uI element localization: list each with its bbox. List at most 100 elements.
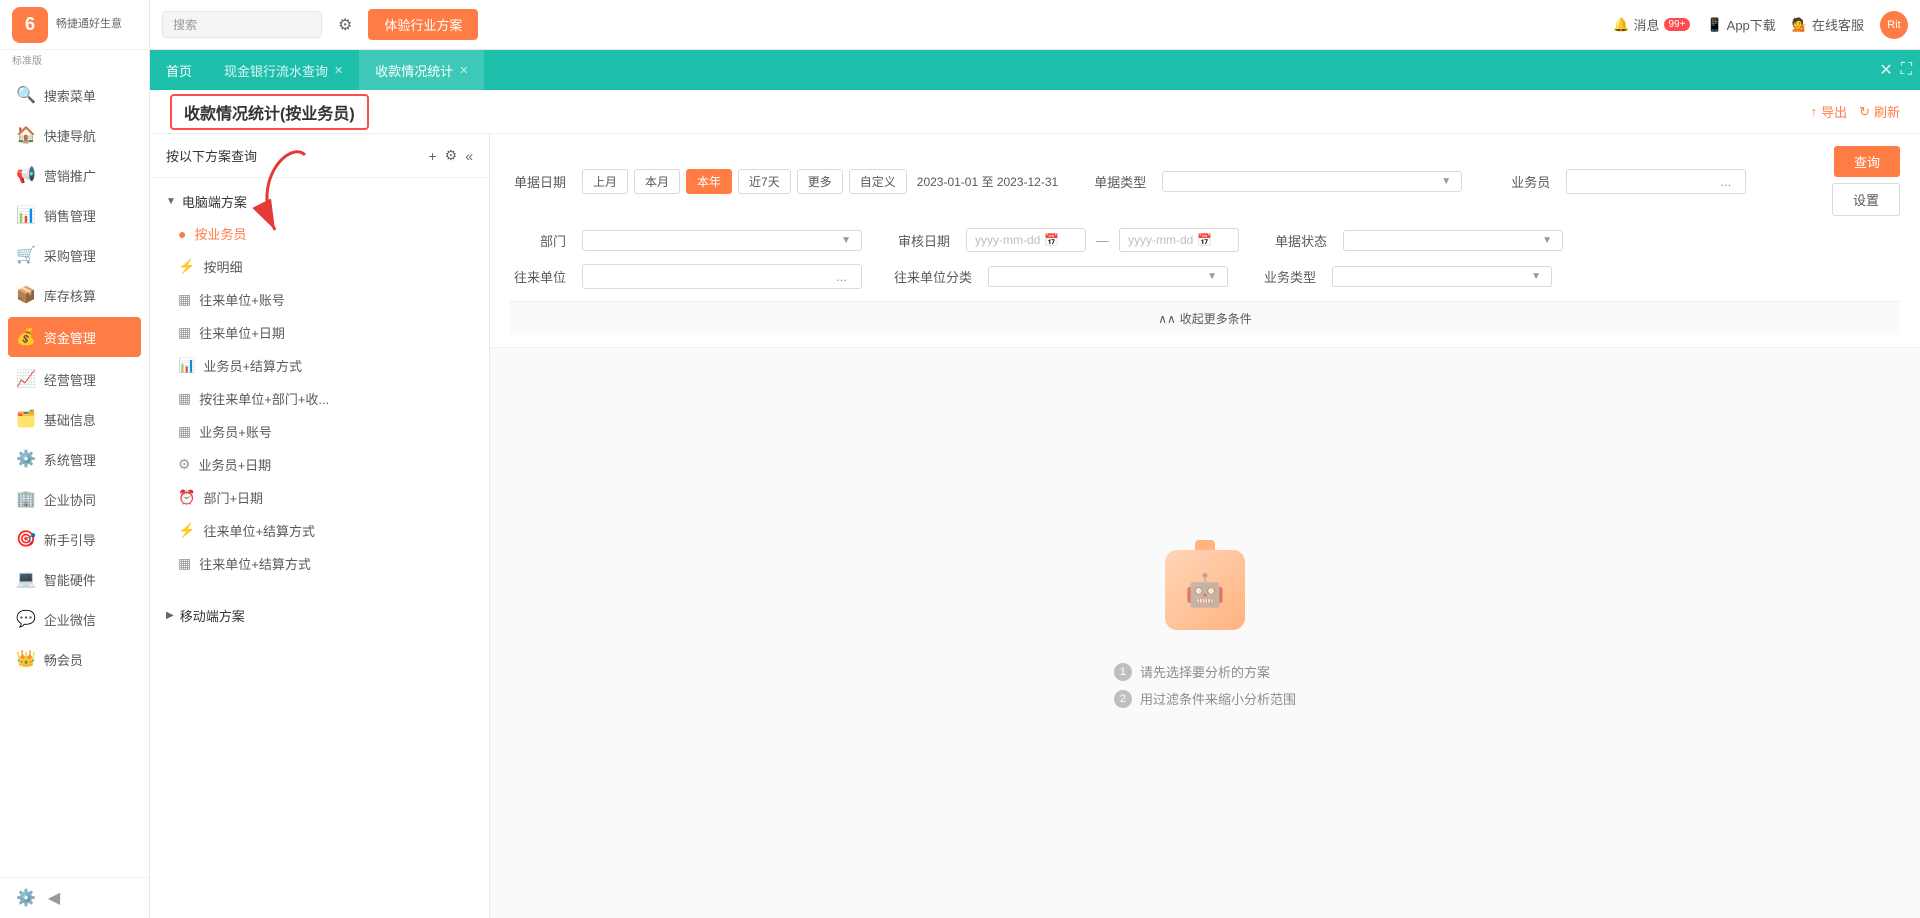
date-btn-last-month[interactable]: 上月 [582, 169, 628, 194]
sidebar-item-label: 系统管理 [44, 450, 96, 469]
user-avatar[interactable]: Rit [1880, 11, 1908, 39]
tab-bar-right: ✕ ⛶ [1879, 50, 1920, 90]
review-date-to-value: yyyy-mm-dd [1128, 233, 1193, 247]
scheme-item-counter-dept[interactable]: ▦ 按往来单位+部门+收... [150, 382, 489, 415]
date-btn-7days[interactable]: 近7天 [738, 169, 791, 194]
page-header: 收款情况统计(按业务员) ↑ 导出 ↻ 刷新 [150, 90, 1920, 134]
export-button[interactable]: ↑ 导出 [1811, 102, 1848, 121]
gear-icon[interactable]: ⚙ [338, 15, 352, 35]
scheme-item-counter-settle1[interactable]: ⚡ 往来单位+结算方式 [150, 514, 489, 547]
hardware-icon: 💻 [16, 569, 36, 589]
desktop-scheme-section: ▼ 电脑端方案 ● 按业务员 ⚡ 按明细 ▦ 往来单位+账号 [150, 178, 489, 592]
mobile-section-toggle[interactable]: ▶ 移动端方案 [150, 600, 489, 631]
tab-close-all-icon[interactable]: ✕ [1879, 60, 1892, 80]
sidebar-bottom: ⚙️ ◀ [0, 877, 149, 918]
online-service-btn[interactable]: 💁 在线客服 [1792, 15, 1864, 34]
review-date-from-input[interactable]: yyyy-mm-dd 📅 [966, 228, 1086, 252]
export-icon: ↑ [1811, 104, 1818, 119]
sidebar-item-inventory[interactable]: 📦 库存核算 [0, 275, 149, 315]
scheme-item-by-detail[interactable]: ⚡ 按明细 [150, 250, 489, 283]
date-separator: — [1096, 233, 1109, 248]
date-btn-group: 上月 本月 本年 近7天 更多 自定义 2023-01-01 至 2023-12… [582, 169, 1058, 194]
sidebar-item-quick-nav[interactable]: 🏠 快捷导航 [0, 115, 149, 155]
counter-unit-category-select[interactable]: ▼ [988, 266, 1228, 287]
doc-type-select[interactable]: ▼ [1162, 171, 1462, 192]
header-search-input[interactable]: 搜索 [162, 11, 322, 38]
scheme-item-dept-date[interactable]: ⏰ 部门+日期 [150, 481, 489, 514]
app-download-btn[interactable]: 📱 App下载 [1706, 15, 1775, 34]
tab-bank-flow-close[interactable]: ✕ [334, 64, 343, 77]
refresh-icon: ↻ [1859, 104, 1870, 120]
scheme-item-by-salesman[interactable]: ● 按业务员 [150, 217, 489, 250]
panel-header: 按以下方案查询 + ⚙ « [150, 134, 489, 178]
date-btn-this-month[interactable]: 本月 [634, 169, 680, 194]
notification-btn[interactable]: 🔔 消息 99+ [1613, 15, 1690, 34]
service-icon: 💁 [1792, 17, 1808, 33]
system-icon: ⚙️ [16, 449, 36, 469]
date-btn-custom[interactable]: 自定义 [849, 169, 907, 194]
collapse-more-btn[interactable]: ∧∧ 收起更多条件 [510, 301, 1900, 335]
biz-type-select[interactable]: ▼ [1332, 266, 1552, 287]
sidebar-item-guide[interactable]: 🎯 新手引导 [0, 519, 149, 559]
tab-bank-flow[interactable]: 现金银行流水查询 ✕ [208, 50, 359, 90]
salesman-account-icon: ▦ [178, 423, 191, 440]
sidebar-item-operation[interactable]: 📈 经营管理 [0, 359, 149, 399]
operation-icon: 📈 [16, 369, 36, 389]
scheme-item-counterparty-date[interactable]: ▦ 往来单位+日期 [150, 316, 489, 349]
salesman-date-icon: ⚙ [178, 456, 191, 473]
scheme-item-counterparty-account[interactable]: ▦ 往来单位+账号 [150, 283, 489, 316]
mobile-scheme-section: ▶ 移动端方案 [150, 592, 489, 639]
sidebar-item-enterprise[interactable]: 🏢 企业协同 [0, 479, 149, 519]
collapse-chevron-icon: ∧∧ [1158, 312, 1176, 326]
calendar-to-icon: 📅 [1197, 233, 1212, 247]
scheme-item-label: 按业务员 [194, 224, 246, 243]
filter-section: 单据日期 上月 本月 本年 近7天 更多 自定义 2023-01-01 至 20… [490, 134, 1920, 348]
scheme-item-salesman-settle[interactable]: 📊 业务员+结算方式 [150, 349, 489, 382]
set-button[interactable]: 设置 [1832, 183, 1900, 216]
scheme-item-counter-settle2[interactable]: ▦ 往来单位+结算方式 [150, 547, 489, 580]
sidebar-item-finance[interactable]: 💰 资金管理 [8, 317, 141, 357]
dept-select[interactable]: ▼ [582, 230, 862, 251]
app-header: 搜索 ⚙ 体验行业方案 🔔 消息 99+ 📱 App下载 💁 在线客服 Rit [150, 0, 1920, 50]
doc-status-label: 单据状态 [1271, 231, 1327, 250]
collapse-sidebar-icon[interactable]: ◀ [48, 888, 60, 908]
scheme-item-salesman-account[interactable]: ▦ 业务员+账号 [150, 415, 489, 448]
sidebar-item-search[interactable]: 🔍 搜索菜单 [0, 75, 149, 115]
tab-collection-stats-close[interactable]: ✕ [459, 64, 468, 77]
counter-unit-dots[interactable]: ... [836, 269, 847, 284]
sidebar-item-sales[interactable]: 📊 销售管理 [0, 195, 149, 235]
robot-icon: 🤖 [1185, 571, 1225, 609]
scheme-settings-icon[interactable]: ⚙ [445, 147, 458, 164]
doc-type-label: 单据类型 [1090, 172, 1146, 191]
add-scheme-button[interactable]: + [428, 148, 436, 164]
tab-home[interactable]: 首页 [150, 50, 208, 90]
tab-maximize-icon[interactable]: ⛶ [1901, 61, 1912, 79]
review-date-to-input[interactable]: yyyy-mm-dd 📅 [1119, 228, 1239, 252]
scheme-item-salesman-date[interactable]: ⚙ 业务员+日期 [150, 448, 489, 481]
desktop-section-toggle[interactable]: ▼ 电脑端方案 [150, 186, 489, 217]
wechat-icon: 💬 [16, 609, 36, 629]
sidebar-item-system[interactable]: ⚙️ 系统管理 [0, 439, 149, 479]
salesman-select[interactable]: ... [1566, 169, 1746, 194]
date-btn-more[interactable]: 更多 [797, 169, 843, 194]
tab-collection-stats[interactable]: 收款情况统计 ✕ [359, 50, 484, 90]
trial-button[interactable]: 体验行业方案 [368, 9, 478, 40]
sidebar-item-marketing[interactable]: 📢 营销推广 [0, 155, 149, 195]
sidebar-item-wechat[interactable]: 💬 企业微信 [0, 599, 149, 639]
refresh-button[interactable]: ↻ 刷新 [1859, 102, 1900, 121]
finance-icon: 💰 [16, 327, 36, 347]
counter-unit-select[interactable]: ... [582, 264, 862, 289]
salesman-dots[interactable]: ... [1720, 174, 1731, 189]
scheme-item-label: 业务员+结算方式 [203, 356, 302, 375]
settings-bottom-icon[interactable]: ⚙️ [16, 888, 36, 908]
sidebar-item-hardware[interactable]: 💻 智能硬件 [0, 559, 149, 599]
collapse-panel-icon[interactable]: « [465, 148, 473, 164]
scheme-item-label: 业务员+账号 [199, 422, 272, 441]
query-button[interactable]: 查询 [1834, 146, 1900, 177]
app-download-label: App下载 [1727, 15, 1776, 34]
sidebar-item-basic-info[interactable]: 🗂️ 基础信息 [0, 399, 149, 439]
sidebar-item-member[interactable]: 👑 畅会员 [0, 639, 149, 679]
sidebar-item-purchase[interactable]: 🛒 采购管理 [0, 235, 149, 275]
date-btn-this-year[interactable]: 本年 [686, 169, 732, 194]
doc-status-select[interactable]: ▼ [1343, 230, 1563, 251]
